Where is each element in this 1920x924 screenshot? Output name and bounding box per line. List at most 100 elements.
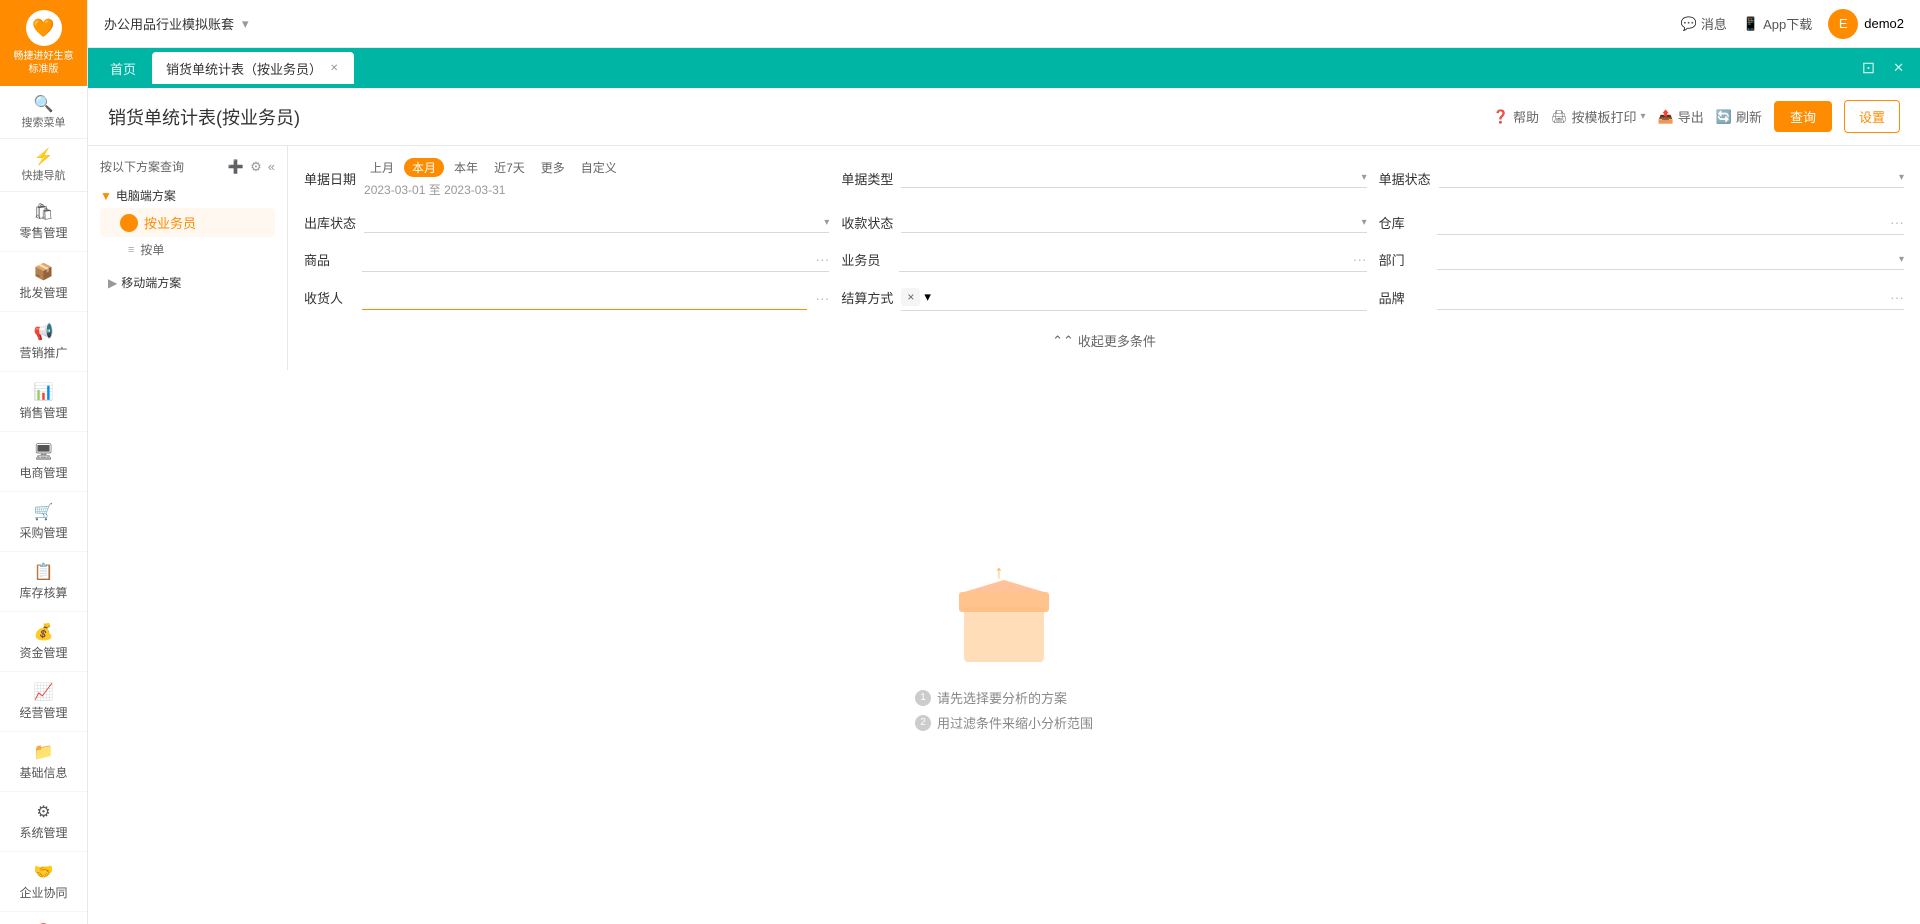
goods-dots[interactable]: ··· (815, 251, 829, 267)
tabbar: 首页 销货单统计表（按业务员） ✕ ⊡ ✕ (88, 48, 1920, 88)
receiver-dots[interactable]: ··· (815, 290, 829, 306)
sidebar-item-wholesale[interactable]: 📦 批发管理 (0, 252, 87, 312)
date-tab-this-year[interactable]: 本年 (448, 158, 484, 177)
sidebar-item-enterprise[interactable]: 🤝 企业协同 (0, 852, 87, 912)
sidebar-item-system[interactable]: ⚙ 系统管理 (0, 792, 87, 852)
print-label: 按模板打印 (1572, 107, 1637, 126)
pc-scheme-arrow: ▼ (100, 189, 112, 203)
sidebar-item-marketing[interactable]: 📢 营销推广 (0, 312, 87, 372)
filter-field-warehouse: 仓库 ··· (1379, 210, 1904, 235)
filter-sidebar: 按以下方案查询 ➕ ⚙ « ▼ 电脑端方案 按业务员 (88, 146, 288, 370)
doc-type-label: 单据类型 (841, 169, 893, 188)
brand-input[interactable]: ··· (1437, 285, 1904, 310)
sidebar-nav: 🛍 零售管理 📦 批发管理 📢 营销推广 📊 销售管理 🖥 电商管理 🛒 采购管… (0, 192, 87, 924)
user-menu[interactable]: E demo2 (1828, 9, 1904, 39)
sidebar-item-purchase[interactable]: 🛒 采购管理 (0, 492, 87, 552)
inventory-icon: 📋 (34, 562, 54, 582)
filter-form: 单据日期 上月 本月 本年 近7天 更多 自定义 2023-03-01 至 20… (288, 146, 1920, 370)
sidebar-search[interactable]: 🔍 搜索菜单 (0, 86, 87, 139)
payment-select[interactable]: × ▾ (901, 284, 1366, 311)
scheme-item-by-order[interactable]: ≡ 按单 (100, 237, 275, 262)
filter-field-out-status: 出库状态 ▾ (304, 210, 829, 235)
salesperson-label: 业务员 (841, 250, 891, 269)
sidebar-item-finance[interactable]: 💰 资金管理 (0, 612, 87, 672)
brand-dots[interactable]: ··· (1890, 289, 1904, 305)
filter-field-pay-status: 收款状态 ▾ (841, 210, 1366, 235)
settings-button[interactable]: 设置 (1844, 100, 1900, 133)
pay-status-select[interactable]: ▾ (901, 213, 1366, 233)
filter-sidebar-title: 按以下方案查询 ➕ ⚙ « (100, 158, 275, 175)
collapse-sidebar-btn[interactable]: « (268, 159, 275, 175)
empty-illustration: ↑ ✦ ✦ (944, 562, 1064, 672)
filter-field-receiver: 收货人 ··· (304, 284, 829, 311)
empty-tip-2: 2 用过滤条件来缩小分析范围 (915, 713, 1093, 732)
tab-expand-btn[interactable]: ⊡ (1854, 58, 1883, 78)
page-header: 销货单统计表(按业务员) ❓ 帮助 🖨 按模板打印 ▾ 📤 导出 🔄 刷新 (88, 88, 1920, 146)
refresh-btn[interactable]: 🔄 刷新 (1716, 107, 1762, 126)
date-tab-more[interactable]: 更多 (535, 158, 571, 177)
help-btn[interactable]: ❓ 帮助 (1493, 107, 1539, 126)
sidebar-item-basic[interactable]: 📁 基础信息 (0, 732, 87, 792)
sidebar-quick[interactable]: ⚡ 快捷导航 (0, 139, 87, 192)
out-status-select[interactable]: ▾ (364, 213, 829, 233)
sidebar-toolbar: ➕ ⚙ « (228, 159, 275, 175)
sidebar-item-inventory[interactable]: 📋 库存核算 (0, 552, 87, 612)
warehouse-input[interactable]: ··· (1437, 210, 1904, 235)
doc-type-select[interactable]: ▾ (901, 168, 1366, 188)
receiver-input[interactable] (362, 286, 807, 310)
expand-icon: ⊡ (1862, 60, 1875, 77)
warehouse-dots[interactable]: ··· (1890, 214, 1904, 230)
sidebar-item-sales[interactable]: 📊 销售管理 (0, 372, 87, 432)
pay-status-arrow: ▾ (1362, 217, 1367, 228)
date-tab-7days[interactable]: 近7天 (488, 158, 531, 177)
app-download-btn[interactable]: 📱 App下载 (1743, 14, 1812, 33)
date-tab-last-month[interactable]: 上月 (364, 158, 400, 177)
breadcrumb-dropdown-icon[interactable]: ▾ (242, 16, 249, 32)
mobile-scheme-header[interactable]: ▶ 移动端方案 (100, 270, 275, 295)
payment-clear-tag[interactable]: × (901, 288, 920, 306)
collapse-btn[interactable]: ⌃⌃ 收起更多条件 (304, 323, 1904, 358)
add-scheme-btn[interactable]: ➕ (228, 159, 244, 175)
tab-sales-stat[interactable]: 销货单统计表（按业务员） ✕ (152, 52, 354, 84)
date-tabs: 上月 本月 本年 近7天 更多 自定义 (364, 158, 829, 177)
print-template-btn[interactable]: 🖨 按模板打印 ▾ (1551, 107, 1646, 126)
doc-status-select[interactable]: ▾ (1439, 168, 1904, 188)
print-dropdown-icon: ▾ (1641, 111, 1646, 122)
logo[interactable]: 🧡 畅捷进好生意标准版 (0, 0, 87, 86)
tab-close-all-btn[interactable]: ✕ (1885, 60, 1912, 76)
sidebar-item-newbie[interactable]: 🎯 新手引导 (0, 912, 87, 924)
salesperson-input[interactable]: ··· (899, 247, 1366, 272)
out-status-arrow: ▾ (824, 217, 829, 228)
tab-home[interactable]: 首页 (96, 52, 150, 84)
edit-scheme-btn[interactable]: ⚙ (250, 159, 262, 175)
sidebar-item-zero-retail[interactable]: 🛍 零售管理 (0, 192, 87, 252)
tab-close-btn[interactable]: ✕ (328, 61, 340, 76)
zero-retail-icon: 🛍 (33, 202, 53, 222)
pc-scheme-label: 电脑端方案 (116, 187, 176, 204)
avatar: E (1828, 9, 1858, 39)
salesperson-dots[interactable]: ··· (1353, 251, 1367, 267)
scheme-item-salesperson[interactable]: 按业务员 (100, 208, 275, 237)
tip-text-2: 用过滤条件来缩小分析范围 (937, 713, 1093, 732)
svg-text:↑: ↑ (994, 562, 1003, 582)
pc-scheme-header[interactable]: ▼ 电脑端方案 (100, 183, 275, 208)
date-tab-custom[interactable]: 自定义 (575, 158, 623, 177)
main-area: 办公用品行业模拟账套 ▾ 💬 消息 📱 App下载 E demo2 首页 (88, 0, 1920, 924)
query-button[interactable]: 查询 (1774, 101, 1832, 132)
marketing-icon: 📢 (34, 322, 54, 342)
sidebar-item-operations[interactable]: 📈 经营管理 (0, 672, 87, 732)
export-icon: 📤 (1658, 109, 1674, 125)
filter-field-department: 部门 ▾ (1379, 247, 1904, 272)
department-select[interactable]: ▾ (1437, 250, 1904, 270)
date-tab-this-month[interactable]: 本月 (404, 158, 444, 177)
svg-text:✦: ✦ (1044, 595, 1051, 604)
goods-input[interactable]: ··· (362, 247, 829, 272)
filter-row-4: 收货人 ··· 结算方式 × ▾ (304, 284, 1904, 311)
app-icon: 📱 (1743, 16, 1759, 32)
filter-row-2: 出库状态 ▾ 收款状态 ▾ (304, 210, 1904, 235)
export-btn[interactable]: 📤 导出 (1658, 107, 1704, 126)
box-svg: ↑ ✦ ✦ (944, 562, 1064, 672)
help-icon: ❓ (1493, 109, 1509, 125)
sidebar-item-ecommerce[interactable]: 🖥 电商管理 (0, 432, 87, 492)
message-btn[interactable]: 💬 消息 (1681, 14, 1727, 33)
